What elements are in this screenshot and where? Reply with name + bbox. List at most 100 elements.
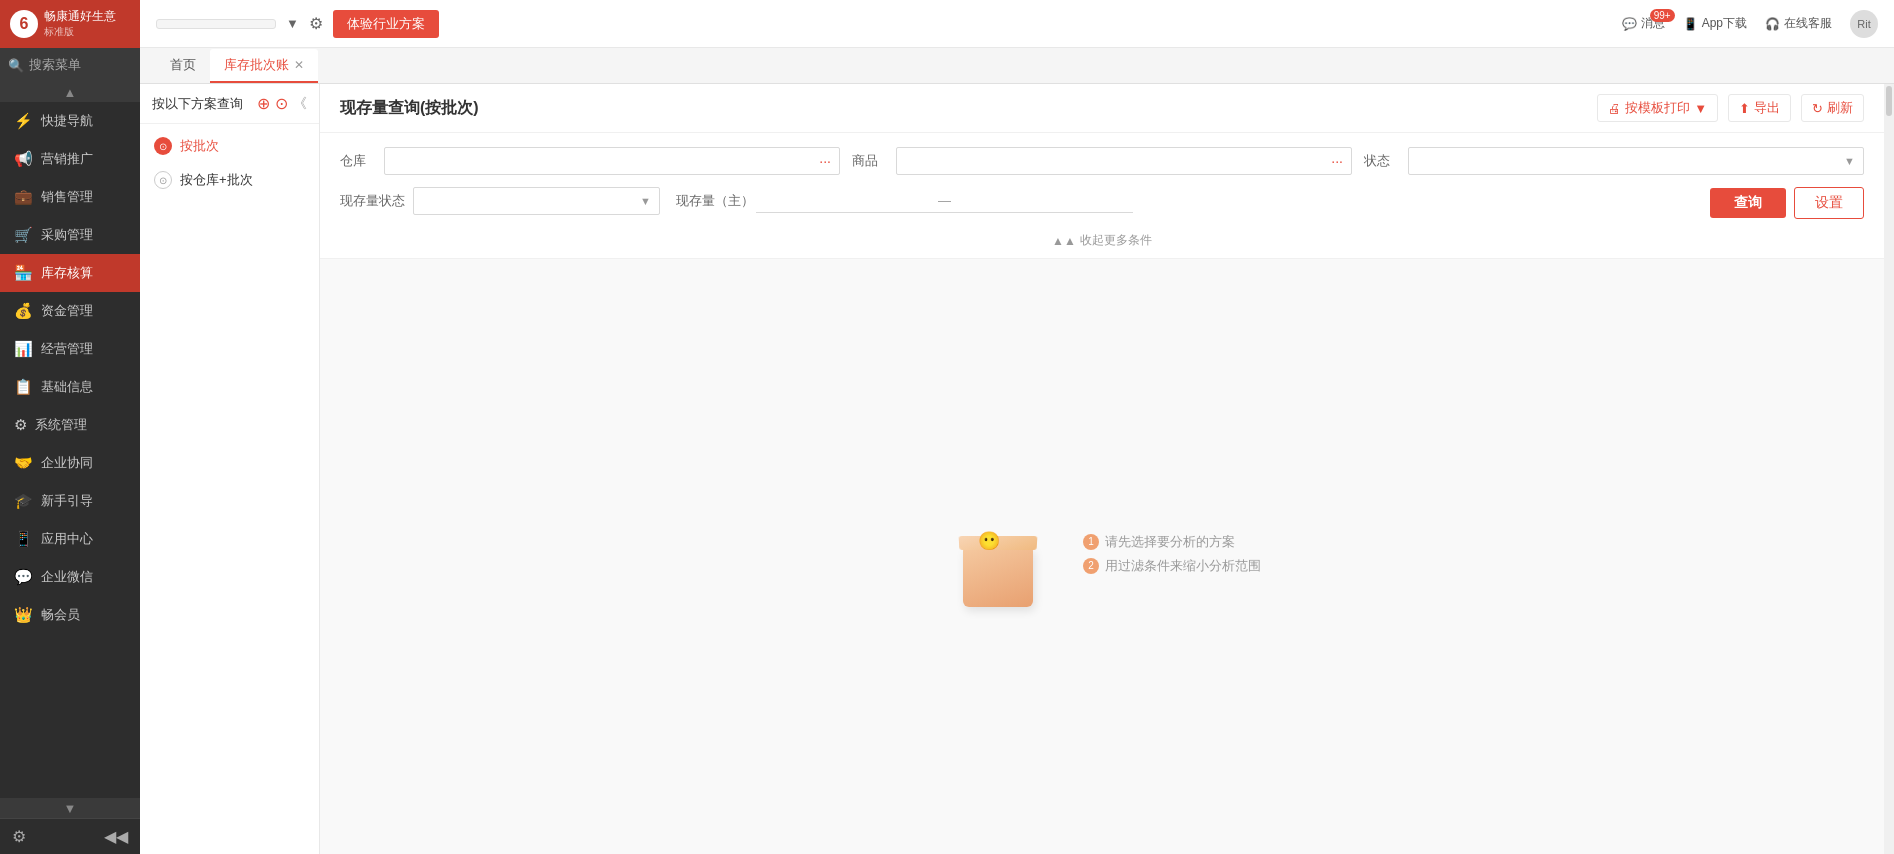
scheme-item-warehouse-batch[interactable]: ⊙ 按仓库+批次 [140,163,319,197]
add-scheme-btn[interactable]: ⊕ [257,94,270,113]
collapse-panel-icon[interactable]: 《 [293,95,307,113]
try-industry-btn[interactable]: 体验行业方案 [333,10,439,38]
sidebar-item-quicknav[interactable]: ⚡ 快捷导航 [0,102,140,140]
sidebar-item-label: 销售管理 [41,188,93,206]
sidebar-search[interactable]: 🔍 搜索菜单 [0,48,140,82]
data-area: 😶 1 请先选择要分析的方案 2 用过滤条件来缩小分析范围 [320,259,1884,854]
export-btn-label: 导出 [1754,99,1780,117]
qty-dash: — [932,193,957,208]
sidebar-item-purchase[interactable]: 🛒 采购管理 [0,216,140,254]
right-scrollbar [1884,84,1894,854]
scroll-up-btn[interactable]: ▲ [0,82,140,102]
scheme-list: ⊙ 按批次 ⊙ 按仓库+批次 [140,124,319,202]
inventory-icon: 🏪 [14,264,33,282]
sidebar-item-label: 应用中心 [41,530,93,548]
filter-warehouse: 仓库 ··· [340,147,840,175]
search-label: 搜索菜单 [29,56,81,74]
online-service-label: 在线客服 [1784,15,1832,32]
headset-icon: 🎧 [1765,17,1780,31]
sidebar-item-label: 快捷导航 [41,112,93,130]
sidebar-item-label: 基础信息 [41,378,93,396]
online-service-btn[interactable]: 🎧 在线客服 [1765,15,1832,32]
refresh-btn-label: 刷新 [1827,99,1853,117]
scheme-label: 按仓库+批次 [180,171,253,189]
app-download-btn[interactable]: 📱 App下载 [1683,15,1747,32]
status-select[interactable]: ▼ [1408,147,1864,175]
print-icon: 🖨 [1608,101,1621,116]
tab-close-icon[interactable]: ✕ [294,58,304,72]
sidebar-item-guide[interactable]: 🎓 新手引导 [0,482,140,520]
export-icon: ⬆ [1739,101,1750,116]
collapse-more-btn[interactable]: ▲▲ 收起更多条件 [340,227,1864,254]
wechat-icon: 💬 [14,568,33,586]
scheme-inactive-icon: ⊙ [154,171,172,189]
filter-inventory-qty: 现存量（主） — [676,187,1016,215]
header-dropdown[interactable]: ▼ [286,16,299,31]
query-btn[interactable]: 查询 [1710,188,1786,218]
company-info: 畅康通好生意 标准版 [44,9,116,39]
message-badge: 99+ [1650,9,1675,22]
sidebar-nav: ⚡ 快捷导航 📢 营销推广 💼 销售管理 🛒 采购管理 🏪 库存核算 💰 资金管… [0,102,140,798]
avatar: Rit [1850,10,1878,38]
sidebar-item-basic[interactable]: 📋 基础信息 [0,368,140,406]
status-label: 状态 [1364,152,1400,170]
scheme-header-label: 按以下方案查询 [152,95,243,113]
warehouse-input[interactable]: ··· [384,147,840,175]
tab-bar: 首页 库存批次账 ✕ [140,48,1894,84]
status-arrow-icon: ▼ [1844,155,1855,167]
sidebar-item-appstore[interactable]: 📱 应用中心 [0,520,140,558]
message-btn[interactable]: 💬 消息 99+ [1622,15,1665,32]
guide-icon: 🎓 [14,492,33,510]
sidebar-item-operations[interactable]: 📊 经营管理 [0,330,140,368]
scheme-active-icon: ⊙ [154,137,172,155]
warehouse-more-icon[interactable]: ··· [819,153,831,169]
app-logo: 6 [10,10,38,38]
inventory-qty-to[interactable] [957,189,1133,212]
inventory-status-select[interactable]: ▼ [413,187,660,215]
sidebar-item-wechat[interactable]: 💬 企业微信 [0,558,140,596]
box-body [963,547,1033,607]
tab-home[interactable]: 首页 [156,49,210,83]
page-title-bar: 现存量查询(按批次) 🖨 按模板打印 ▼ ⬆ 导出 ↻ 刷新 [320,84,1884,133]
tab-inventory-batch[interactable]: 库存批次账 ✕ [210,49,318,83]
filter-row-1: 仓库 ··· 商品 ··· [340,147,1864,175]
page-title: 现存量查询(按批次) [340,98,479,119]
product-input[interactable]: ··· [896,147,1352,175]
scrollbar-thumb[interactable] [1886,86,1892,116]
refresh-icon: ↻ [1812,101,1823,116]
sidebar-item-system[interactable]: ⚙ 系统管理 [0,406,140,444]
sidebar-item-enterprise[interactable]: 🤝 企业协同 [0,444,140,482]
sidebar-footer: ⚙ ◀◀ [0,818,140,854]
filter-inventory-status: 现存量状态 ▼ [340,187,660,215]
sidebar-item-label: 资金管理 [41,302,93,320]
header-settings-icon[interactable]: ⚙ [309,14,323,33]
sidebar-item-inventory[interactable]: 🏪 库存核算 [0,254,140,292]
finance-icon: 💰 [14,302,33,320]
settings-icon[interactable]: ⚙ [12,827,26,846]
filter-section: 仓库 ··· 商品 ··· [320,133,1884,259]
filter-product: 商品 ··· [852,147,1352,175]
sidebar-item-label: 库存核算 [41,264,93,282]
scheme-settings-icon[interactable]: ⊙ [275,94,288,113]
hint-2-text: 用过滤条件来缩小分析范围 [1105,557,1261,575]
app-version: 标准版 [44,25,116,39]
sidebar-item-finance[interactable]: 💰 资金管理 [0,292,140,330]
sidebar-item-member[interactable]: 👑 畅会员 [0,596,140,634]
scheme-item-batch[interactable]: ⊙ 按批次 [140,129,319,163]
product-more-icon[interactable]: ··· [1331,153,1343,169]
tab-label: 库存批次账 [224,56,289,74]
appstore-icon: 📱 [14,530,33,548]
sidebar-item-marketing[interactable]: 📢 营销推广 [0,140,140,178]
export-btn[interactable]: ⬆ 导出 [1728,94,1791,122]
user-info[interactable]: Rit [1850,10,1878,38]
settings-btn[interactable]: 设置 [1794,187,1864,219]
inventory-qty-from[interactable] [756,189,932,212]
search-icon: 🔍 [8,58,24,73]
collapse-sidebar-icon[interactable]: ◀◀ [104,827,128,846]
refresh-btn[interactable]: ↻ 刷新 [1801,94,1864,122]
title-actions: 🖨 按模板打印 ▼ ⬆ 导出 ↻ 刷新 [1597,94,1864,122]
sidebar-item-sales[interactable]: 💼 销售管理 [0,178,140,216]
header-search-box[interactable] [156,19,276,29]
print-btn[interactable]: 🖨 按模板打印 ▼ [1597,94,1718,122]
scroll-down-btn[interactable]: ▼ [0,798,140,818]
